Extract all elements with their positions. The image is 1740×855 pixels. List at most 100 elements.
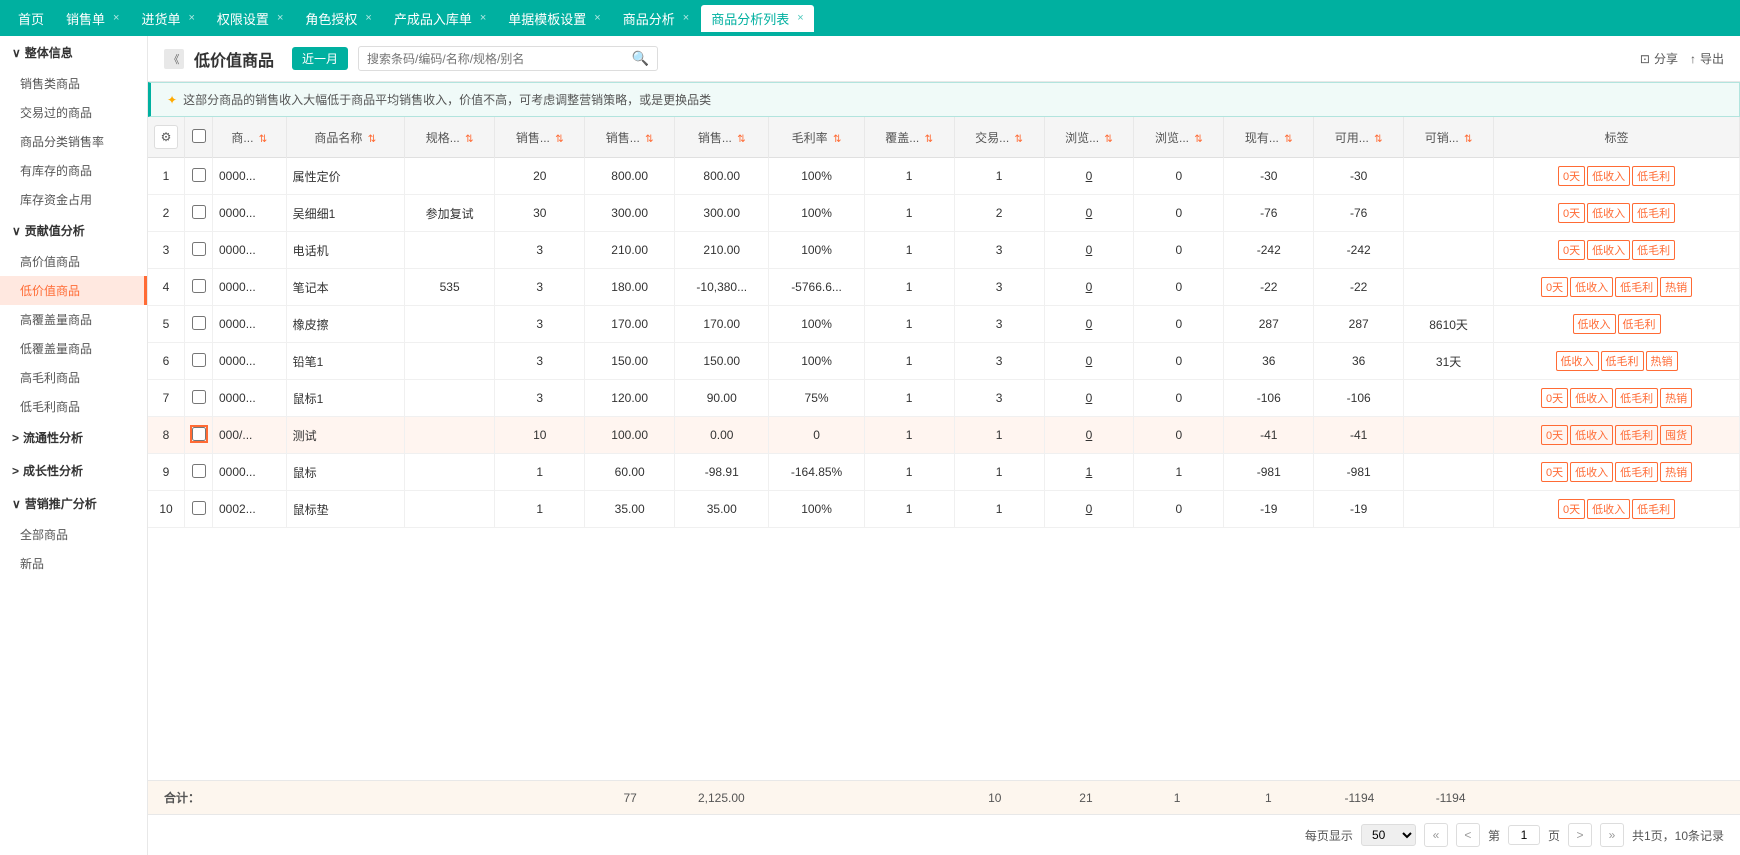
row-checkbox[interactable] xyxy=(192,168,206,182)
close-icon[interactable]: × xyxy=(594,12,600,24)
col-spec[interactable]: 规格... ⇅ xyxy=(404,117,494,158)
cell-spec: 535 xyxy=(404,269,494,306)
row-checkbox[interactable] xyxy=(192,390,206,404)
cell-browse1[interactable]: 0 xyxy=(1044,306,1134,343)
col-browse2[interactable]: 浏览... ⇅ xyxy=(1134,117,1224,158)
close-icon[interactable]: × xyxy=(277,12,283,24)
cell-saleable xyxy=(1404,158,1494,195)
cell-saleable xyxy=(1404,269,1494,306)
cell-spec xyxy=(404,380,494,417)
close-icon[interactable]: × xyxy=(188,12,194,24)
current-page-input[interactable] xyxy=(1508,825,1540,845)
cell-tags: 0天低收入低毛利囤货 xyxy=(1494,417,1740,454)
col-sales1[interactable]: 销售... ⇅ xyxy=(495,117,585,158)
sidebar-section-liquidity[interactable]: > 流通性分析 xyxy=(0,421,147,454)
col-browse1[interactable]: 浏览... ⇅ xyxy=(1044,117,1134,158)
sidebar-item-high-margin[interactable]: 高毛利商品 xyxy=(0,363,147,392)
row-checkbox[interactable] xyxy=(192,501,206,515)
col-product-code[interactable]: 商... ⇅ xyxy=(213,117,287,158)
close-icon[interactable]: × xyxy=(365,12,371,24)
row-checkbox[interactable] xyxy=(192,353,206,367)
sidebar-section-label: 贡献值分析 xyxy=(25,222,85,239)
row-checkbox[interactable] xyxy=(192,427,206,441)
sidebar-item-low-value[interactable]: 低价值商品 xyxy=(0,276,147,305)
per-page-select[interactable]: 50 100 200 xyxy=(1361,824,1416,846)
close-icon[interactable]: × xyxy=(683,12,689,24)
sidebar-item-inventory-products[interactable]: 有库存的商品 xyxy=(0,156,147,185)
col-sales3[interactable]: 销售... ⇅ xyxy=(675,117,769,158)
col-gross-margin[interactable]: 毛利率 ⇅ xyxy=(769,117,864,158)
nav-product-analysis-list[interactable]: 商品分析列表 × xyxy=(701,5,813,32)
sidebar-item-traded-products[interactable]: 交易过的商品 xyxy=(0,98,147,127)
close-icon[interactable]: × xyxy=(113,12,119,24)
row-checkbox[interactable] xyxy=(192,242,206,256)
select-all-checkbox[interactable] xyxy=(192,129,206,143)
collapse-sidebar-button[interactable]: 《 xyxy=(164,49,184,69)
col-saleable[interactable]: 可销... ⇅ xyxy=(1404,117,1494,158)
footer-label: 合计： xyxy=(164,789,200,806)
first-page-button[interactable]: « xyxy=(1424,823,1448,847)
nav-inventory[interactable]: 产成品入库单 × xyxy=(384,5,496,32)
cell-browse1[interactable]: 0 xyxy=(1044,158,1134,195)
gear-button[interactable]: ⚙ xyxy=(154,125,178,149)
filter-period-button[interactable]: 近一月 xyxy=(292,47,348,70)
sidebar-section-marketing[interactable]: ∨ 营销推广分析 xyxy=(0,487,147,520)
nav-home[interactable]: 首页 xyxy=(8,5,54,32)
col-coverage[interactable]: 覆盖... ⇅ xyxy=(864,117,954,158)
cell-browse2: 0 xyxy=(1134,491,1224,528)
close-icon[interactable]: × xyxy=(480,12,486,24)
row-checkbox[interactable] xyxy=(192,205,206,219)
search-input[interactable] xyxy=(367,52,632,66)
search-icon[interactable]: 🔍 xyxy=(632,50,649,67)
cell-browse1[interactable]: 0 xyxy=(1044,232,1134,269)
cell-browse1[interactable]: 0 xyxy=(1044,380,1134,417)
close-icon[interactable]: × xyxy=(797,12,803,24)
share-button[interactable]: ⊡ 分享 xyxy=(1640,50,1678,67)
nav-product-analysis[interactable]: 商品分析 × xyxy=(613,5,699,32)
nav-template[interactable]: 单据模板设置 × xyxy=(498,5,610,32)
row-checkbox[interactable] xyxy=(192,316,206,330)
cell-sales1: 3 xyxy=(495,232,585,269)
col-product-name[interactable]: 商品名称 ⇅ xyxy=(286,117,404,158)
sidebar-item-sales-products[interactable]: 销售类商品 xyxy=(0,69,147,98)
last-page-button[interactable]: » xyxy=(1600,823,1624,847)
prev-page-button[interactable]: < xyxy=(1456,823,1480,847)
nav-role-auth[interactable]: 角色授权 × xyxy=(295,5,381,32)
export-button[interactable]: ↑ 导出 xyxy=(1690,50,1724,67)
col-trade[interactable]: 交易... ⇅ xyxy=(954,117,1044,158)
cell-browse1[interactable]: 0 xyxy=(1044,195,1134,232)
sidebar-section-label: 成长性分析 xyxy=(23,462,83,479)
col-current-stock[interactable]: 现有... ⇅ xyxy=(1224,117,1314,158)
cell-browse1[interactable]: 1 xyxy=(1044,454,1134,491)
sidebar-item-all-products[interactable]: 全部商品 xyxy=(0,520,147,549)
col-available[interactable]: 可用... ⇅ xyxy=(1314,117,1404,158)
cell-browse1[interactable]: 0 xyxy=(1044,269,1134,306)
sidebar-item-high-coverage[interactable]: 高覆盖量商品 xyxy=(0,305,147,334)
row-checkbox[interactable] xyxy=(192,464,206,478)
sidebar-section-growth[interactable]: > 成长性分析 xyxy=(0,454,147,487)
next-page-button[interactable]: > xyxy=(1568,823,1592,847)
sidebar-item-category-sales-rate[interactable]: 商品分类销售率 xyxy=(0,127,147,156)
sidebar-item-low-margin[interactable]: 低毛利商品 xyxy=(0,392,147,421)
cell-saleable xyxy=(1404,195,1494,232)
nav-purchase-order[interactable]: 进货单 × xyxy=(131,5,204,32)
data-table-wrapper: ⚙ 商... ⇅ 商品名称 ⇅ 规格... ⇅ 销售... ⇅ 销售... ⇅ … xyxy=(148,117,1740,780)
sidebar-section-overall[interactable]: ∨ 整体信息 xyxy=(0,36,147,69)
nav-permissions[interactable]: 权限设置 × xyxy=(207,5,293,32)
sidebar-item-inventory-funds[interactable]: 库存资金占用 xyxy=(0,185,147,214)
cell-browse1[interactable]: 0 xyxy=(1044,491,1134,528)
sidebar-item-new-products[interactable]: 新品 xyxy=(0,549,147,578)
table-row: 2 0000... 吴细细1 参加复试 30 300.00 300.00 100… xyxy=(148,195,1740,232)
sidebar-item-high-value[interactable]: 高价值商品 xyxy=(0,247,147,276)
cell-browse1[interactable]: 0 xyxy=(1044,343,1134,380)
cell-tags: 低收入低毛利 xyxy=(1494,306,1740,343)
col-sales2[interactable]: 销售... ⇅ xyxy=(585,117,675,158)
cell-browse1[interactable]: 0 xyxy=(1044,417,1134,454)
row-checkbox[interactable] xyxy=(192,279,206,293)
cell-spec xyxy=(404,158,494,195)
tag-low-margin: 低毛利 xyxy=(1601,351,1644,371)
sidebar-section-contribution[interactable]: ∨ 贡献值分析 xyxy=(0,214,147,247)
nav-sales-order[interactable]: 销售单 × xyxy=(56,5,129,32)
cell-sales2: 800.00 xyxy=(585,158,675,195)
sidebar-item-low-coverage[interactable]: 低覆盖量商品 xyxy=(0,334,147,363)
